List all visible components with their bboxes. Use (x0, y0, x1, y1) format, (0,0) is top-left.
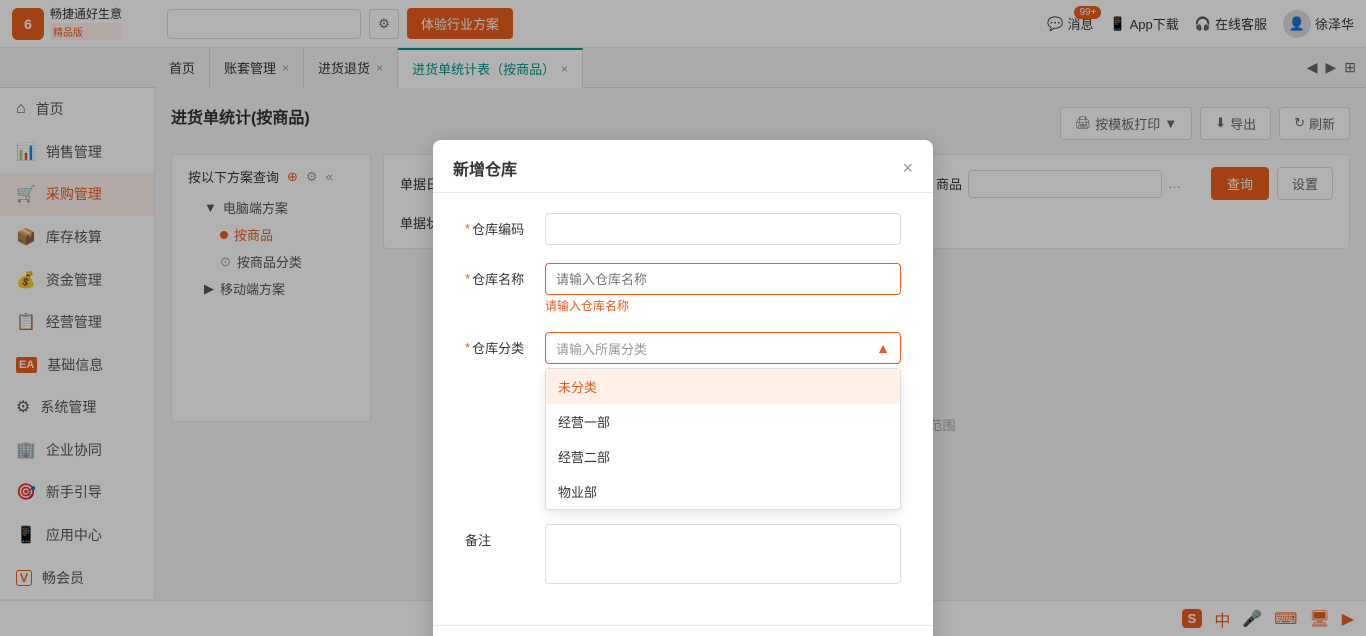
name-control-wrap: 请输入仓库名称 (545, 263, 901, 314)
remark-control-wrap (545, 524, 901, 587)
name-input[interactable] (545, 263, 901, 295)
category-label: * 仓库分类 (465, 332, 545, 357)
code-input[interactable]: 04 (545, 213, 901, 245)
remark-label-text: 备注 (465, 530, 491, 549)
category-control-wrap: 请输入所属分类 ▲ 未分类 经营一部 经营二部 物业部 (545, 332, 901, 364)
category-dropdown: 未分类 经营一部 经营二部 物业部 (545, 368, 901, 510)
category-form-row: * 仓库分类 请输入所属分类 ▲ 未分类 经营一部 经营二部 物业部 (465, 332, 901, 364)
code-form-row: * 仓库编码 04 (465, 213, 901, 245)
name-label: * 仓库名称 (465, 263, 545, 288)
name-form-row: * 仓库名称 请输入仓库名称 (465, 263, 901, 314)
code-label-text: 仓库编码 (472, 219, 524, 238)
code-label: * 仓库编码 (465, 213, 545, 238)
chevron-up-icon: ▲ (876, 340, 890, 356)
dropdown-item-1[interactable]: 经营一部 (546, 404, 900, 439)
name-required-mark: * (465, 271, 470, 286)
remark-textarea[interactable] (545, 524, 901, 584)
dialog-body: * 仓库编码 04 * 仓库名称 请输入仓库名称 * 仓库分类 (433, 193, 933, 625)
remark-label: 备注 (465, 524, 545, 549)
dialog-title: 新增仓库 (453, 156, 517, 180)
dropdown-item-2[interactable]: 经营二部 (546, 439, 900, 474)
name-label-text: 仓库名称 (472, 269, 524, 288)
category-select-placeholder: 请输入所属分类 (556, 339, 647, 358)
dialog-close-button[interactable]: × (902, 158, 913, 179)
required-mark: * (465, 221, 470, 236)
dialog-header: 新增仓库 × (433, 140, 933, 193)
cat-required-mark: * (465, 340, 470, 355)
name-error-tip: 请输入仓库名称 (545, 297, 901, 314)
category-label-text: 仓库分类 (472, 338, 524, 357)
add-warehouse-dialog: 新增仓库 × * 仓库编码 04 * 仓库名称 请输入仓库名称 (433, 140, 933, 636)
dropdown-item-0[interactable]: 未分类 (546, 369, 900, 404)
code-control-wrap: 04 (545, 213, 901, 245)
dropdown-item-3[interactable]: 物业部 (546, 474, 900, 509)
dialog-footer: 保存 (433, 625, 933, 636)
category-select[interactable]: 请输入所属分类 ▲ (545, 332, 901, 364)
remark-form-row: 备注 (465, 524, 901, 587)
